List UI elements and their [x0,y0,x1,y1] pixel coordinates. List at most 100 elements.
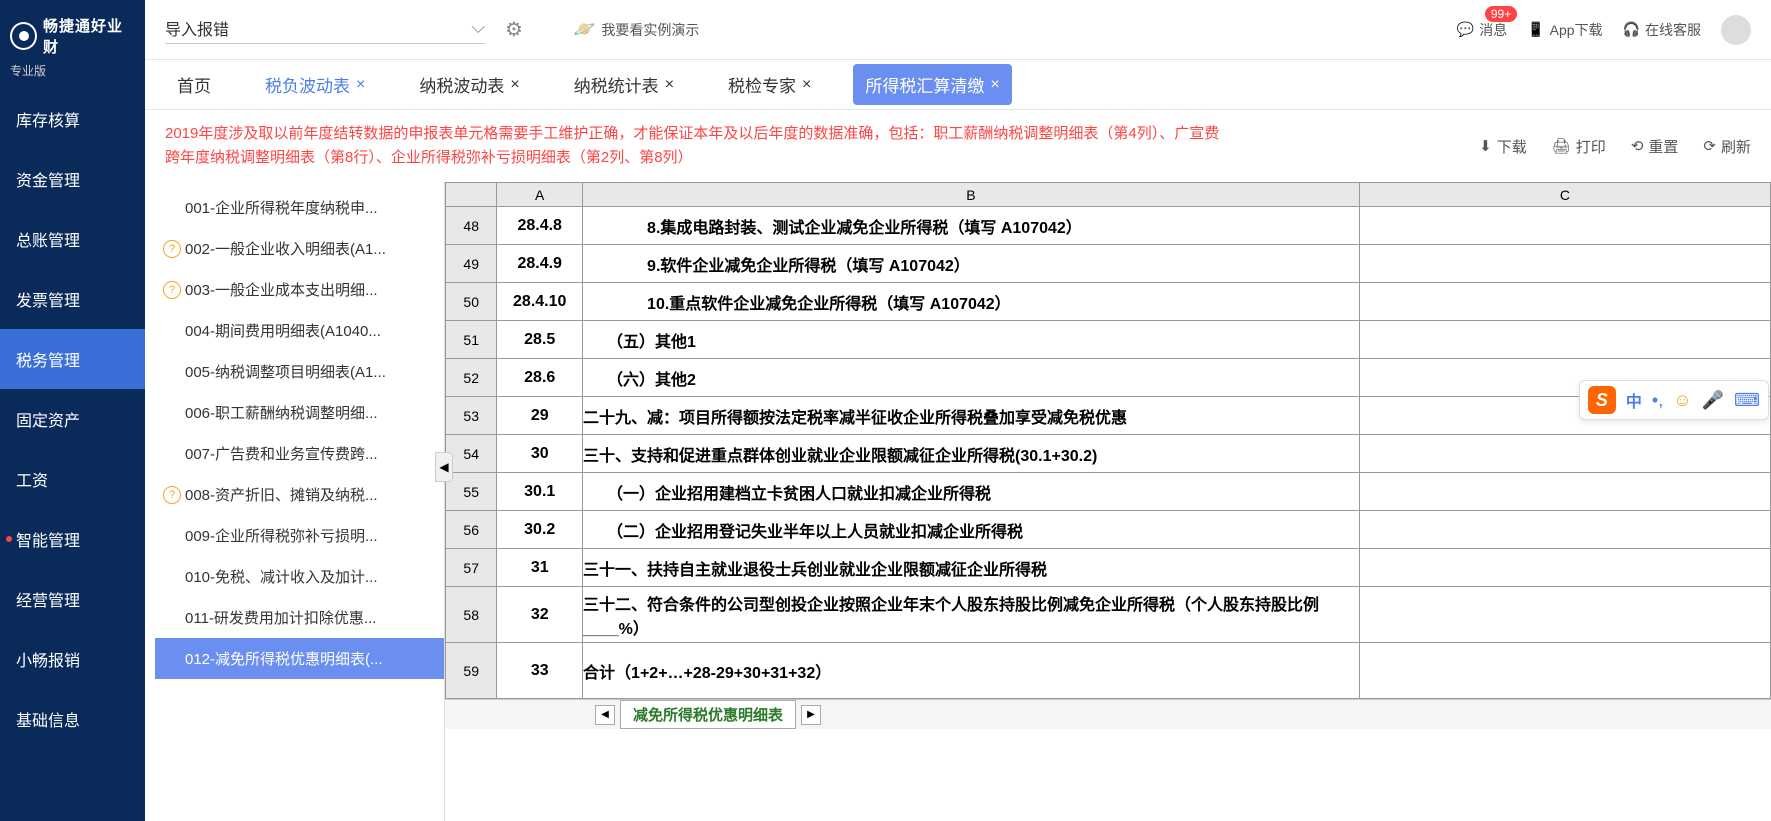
row-header[interactable]: 49 [446,245,497,283]
cell-b[interactable]: 9.软件企业减免企业所得税（填写 A107042） [583,245,1360,283]
spreadsheet[interactable]: A B C 4828.4.8 8.集成电路封装、测试企业减免企业所得税（填写 A… [445,182,1771,821]
form-item-6[interactable]: 007-广告费和业务宣传费跨... [155,433,444,474]
cell-b[interactable]: （一）企业招用建档立卡贫困人口就业扣减企业所得税 [583,473,1360,511]
cell-c[interactable] [1359,283,1770,321]
cell-a[interactable]: 31 [497,549,583,587]
tab-2[interactable]: 纳税波动表× [407,64,531,105]
sheet-nav-prev[interactable]: ◀ [595,705,615,725]
row-header[interactable]: 57 [446,549,497,587]
nav-item-9[interactable]: 小畅报销 [0,629,145,689]
cell-b[interactable]: 三十二、符合条件的公司型创投企业按照企业年末个人股东持股比例减免企业所得税（个人… [583,587,1360,643]
ime-logo-icon[interactable]: S [1588,386,1616,414]
row-header[interactable]: 59 [446,643,497,699]
cell-a[interactable]: 33 [497,643,583,699]
nav-item-1[interactable]: 资金管理 [0,149,145,209]
tab-0[interactable]: 首页 [165,64,223,105]
form-item-7[interactable]: 008-资产折旧、摊销及纳税... [155,474,444,515]
cell-c[interactable] [1359,511,1770,549]
close-icon[interactable]: × [510,76,519,94]
ime-bar[interactable]: S 中 •, ☺ 🎤 ⌨ [1579,380,1769,420]
messages-button[interactable]: 💬 消息 99+ [1457,20,1507,40]
sheet-tab[interactable]: 减免所得税优惠明细表 [620,700,796,729]
cell-a[interactable]: 28.4.9 [497,245,583,283]
nav-item-0[interactable]: 库存核算 [0,89,145,149]
avatar[interactable] [1721,15,1751,45]
form-item-1[interactable]: 002-一般企业收入明细表(A1... [155,228,444,269]
cell-a[interactable]: 29 [497,397,583,435]
tab-5[interactable]: 所得税汇算清缴× [853,64,1011,105]
cell-b[interactable]: 合计（1+2+…+28-29+30+31+32） [583,643,1360,699]
download-button[interactable]: ⬇ 下载 [1479,136,1527,157]
form-item-3[interactable]: 004-期间费用明细表(A1040... [155,310,444,351]
ime-emoji-icon[interactable]: ☺ [1673,390,1691,411]
col-header-b[interactable]: B [583,183,1360,207]
row-header[interactable]: 58 [446,587,497,643]
row-header[interactable]: 53 [446,397,497,435]
cell-a[interactable]: 28.5 [497,321,583,359]
demo-link[interactable]: 🪐 我要看实例演示 [573,19,699,40]
cell-a[interactable]: 32 [497,587,583,643]
cell-b[interactable]: 三十一、扶持自主就业退役士兵创业就业企业限额减征企业所得税 [583,549,1360,587]
row-header[interactable]: 55 [446,473,497,511]
cell-c[interactable] [1359,643,1770,699]
nav-item-8[interactable]: 经营管理 [0,569,145,629]
close-icon[interactable]: × [665,76,674,94]
cell-a[interactable]: 28.4.8 [497,207,583,245]
online-service-button[interactable]: 🎧 在线客服 [1623,20,1701,40]
sheet-nav-next[interactable]: ▶ [801,705,821,725]
cell-b[interactable]: 10.重点软件企业减免企业所得税（填写 A107042） [583,283,1360,321]
close-icon[interactable]: × [990,76,999,94]
search-box[interactable]: 导入报错 ⌵ [165,16,485,44]
cell-c[interactable] [1359,207,1770,245]
nav-item-10[interactable]: 基础信息 [0,689,145,749]
row-header[interactable]: 50 [446,283,497,321]
row-header[interactable]: 54 [446,435,497,473]
cell-a[interactable]: 30 [497,435,583,473]
ime-keyboard-icon[interactable]: ⌨ [1734,390,1760,411]
print-button[interactable]: 🖨 打印 [1552,136,1606,157]
nav-item-6[interactable]: 工资 [0,449,145,509]
cell-b[interactable]: （六）其他2 [583,359,1360,397]
cell-c[interactable] [1359,549,1770,587]
form-item-0[interactable]: 001-企业所得税年度纳税申... [155,187,444,228]
col-header-a[interactable]: A [497,183,583,207]
cell-a[interactable]: 28.4.10 [497,283,583,321]
nav-item-5[interactable]: 固定资产 [0,389,145,449]
tab-3[interactable]: 纳税统计表× [562,64,686,105]
cell-c[interactable] [1359,473,1770,511]
row-header[interactable]: 51 [446,321,497,359]
cell-b[interactable]: （五）其他1 [583,321,1360,359]
row-header[interactable]: 52 [446,359,497,397]
cell-b[interactable]: 8.集成电路封装、测试企业减免企业所得税（填写 A107042） [583,207,1360,245]
cell-a[interactable]: 30.2 [497,511,583,549]
form-item-10[interactable]: 011-研发费用加计扣除优惠... [155,597,444,638]
cell-c[interactable] [1359,587,1770,643]
form-item-9[interactable]: 010-免税、减计收入及加计... [155,556,444,597]
close-icon[interactable]: × [356,76,365,94]
cell-c[interactable] [1359,435,1770,473]
cell-a[interactable]: 30.1 [497,473,583,511]
refresh-button[interactable]: ⟳ 刷新 [1703,136,1751,157]
nav-item-2[interactable]: 总账管理 [0,209,145,269]
gear-icon[interactable]: ⚙ [505,17,523,42]
row-header[interactable]: 48 [446,207,497,245]
col-header-c[interactable]: C [1359,183,1770,207]
collapse-handle[interactable]: ◀ [435,452,453,482]
ime-lang[interactable]: 中 [1626,388,1642,412]
nav-item-3[interactable]: 发票管理 [0,269,145,329]
cell-b[interactable]: 二十九、减：项目所得额按法定税率减半征收企业所得税叠加享受减免税优惠 [583,397,1360,435]
close-icon[interactable]: × [802,76,811,94]
form-item-8[interactable]: 009-企业所得税弥补亏损明... [155,515,444,556]
row-header[interactable]: 56 [446,511,497,549]
form-item-5[interactable]: 006-职工薪酬纳税调整明细... [155,392,444,433]
ime-mic-icon[interactable]: 🎤 [1702,390,1724,411]
cell-c[interactable] [1359,321,1770,359]
tab-4[interactable]: 税检专家× [716,64,823,105]
nav-item-4[interactable]: 税务管理 [0,329,145,389]
cell-c[interactable] [1359,245,1770,283]
corner-cell[interactable] [446,183,497,207]
reset-button[interactable]: ⟲ 重置 [1631,136,1679,157]
cell-a[interactable]: 28.6 [497,359,583,397]
form-item-11[interactable]: 012-减免所得税优惠明细表(... [155,638,444,679]
tab-1[interactable]: 税负波动表× [253,64,377,105]
